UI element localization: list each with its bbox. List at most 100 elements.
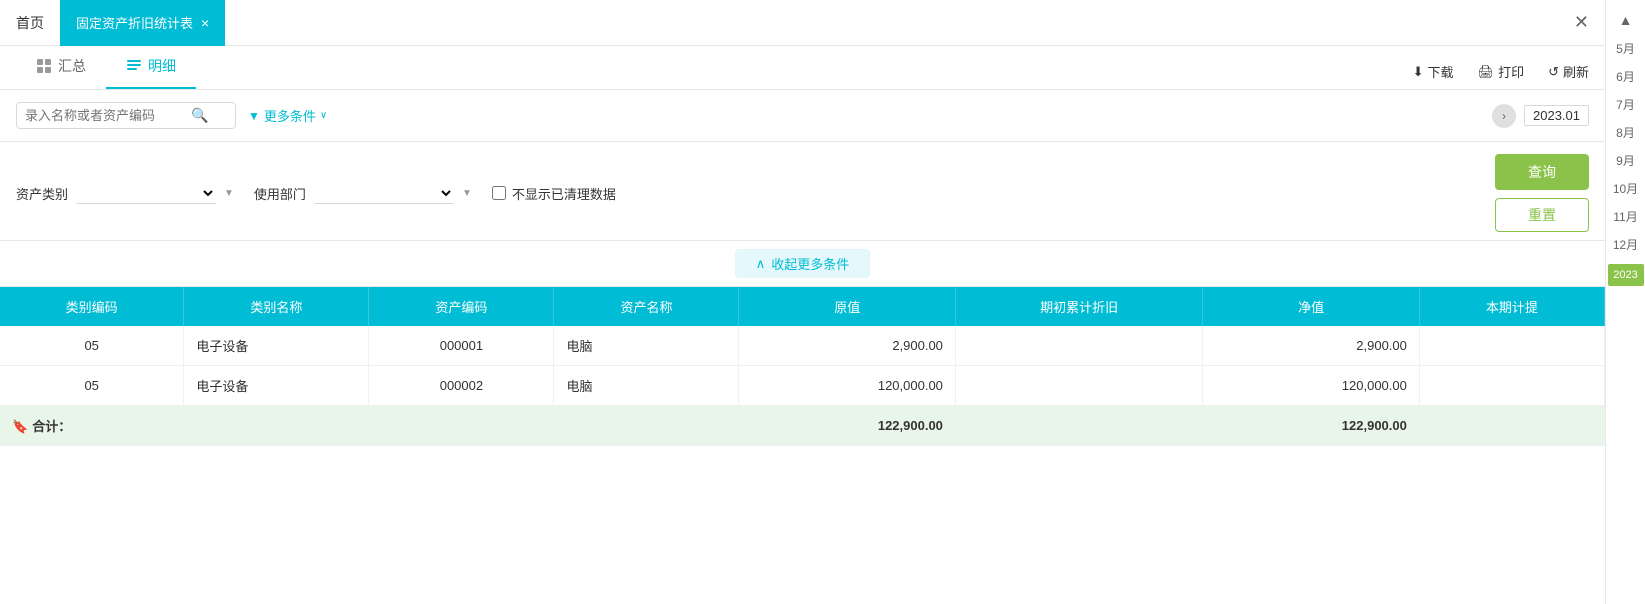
sidebar-year-badge: 2023 <box>1608 264 1644 286</box>
department-select[interactable] <box>314 182 454 204</box>
refresh-icon: ↺ <box>1548 64 1559 80</box>
td-total-original-value: 122,900.00 <box>739 406 955 446</box>
sidebar-up-btn[interactable]: ▲ <box>1610 8 1642 32</box>
hide-cleared-wrap: 不显示已清理数据 <box>492 184 616 203</box>
td-accumulated-depreciation <box>955 366 1203 406</box>
department-field: 使用部门 ▼ <box>254 182 472 204</box>
td-original-value: 2,900.00 <box>739 326 955 366</box>
more-filter-arrow: ∨ <box>320 110 327 121</box>
th-category-code: 类别编码 <box>0 287 184 326</box>
th-asset-code: 资产编码 <box>369 287 554 326</box>
sidebar-month-item[interactable]: 10月 <box>1608 174 1644 202</box>
td-total-label: 🔖合计： <box>0 406 369 446</box>
asset-category-field: 资产类别 ▼ <box>16 182 234 204</box>
more-filter-btn[interactable]: ▼ 更多条件 ∨ <box>248 106 327 125</box>
top-nav: 首页 固定资产折旧统计表 × ✕ <box>0 0 1605 46</box>
search-icon: 🔍 <box>191 107 208 124</box>
td-category-code: 05 <box>0 366 184 406</box>
reset-btn[interactable]: 重置 <box>1495 198 1589 232</box>
tab-summary[interactable]: 汇总 <box>16 45 106 89</box>
collapse-more-btn[interactable]: ∧ 收起更多条件 <box>735 249 871 278</box>
nav-home[interactable]: 首页 <box>16 13 60 33</box>
asset-category-select[interactable] <box>76 182 216 204</box>
data-table-container: 类别编码 类别名称 资产编码 资产名称 原值 期初累计折旧 净值 本期计提 05… <box>0 287 1605 604</box>
collapse-more-label: 收起更多条件 <box>771 254 849 273</box>
window-close-btn[interactable]: ✕ <box>1574 12 1589 33</box>
department-label: 使用部门 <box>254 184 306 203</box>
department-arrow: ▼ <box>462 188 472 199</box>
download-btn[interactable]: ⬇ 下载 <box>1413 62 1454 81</box>
print-label: 打印 <box>1498 62 1524 81</box>
table-row: 05 电子设备 000001 电脑 2,900.00 2,900.00 <box>0 326 1605 366</box>
sidebar-month-item[interactable]: 6月 <box>1608 62 1644 90</box>
td-category-name: 电子设备 <box>184 326 369 366</box>
td-original-value: 120,000.00 <box>739 366 955 406</box>
more-filter-label: 更多条件 <box>264 106 316 125</box>
hide-cleared-label: 不显示已清理数据 <box>512 184 616 203</box>
td-category-code: 05 <box>0 326 184 366</box>
refresh-label: 刷新 <box>1563 62 1589 81</box>
sidebar-month-item[interactable]: 5月 <box>1608 34 1644 62</box>
tab-bar: 汇总 明细 ⬇ 下载 🖨 打印 ↺ 刷新 <box>0 46 1605 90</box>
td-total-net-value: 122,900.00 <box>1203 406 1419 446</box>
sidebar-month-item[interactable]: 9月 <box>1608 146 1644 174</box>
filter-icon: ▼ <box>248 109 260 123</box>
table-total-row: 🔖合计： 122,900.00 122,900.00 <box>0 406 1605 446</box>
td-asset-name: 电脑 <box>554 366 739 406</box>
summary-icon <box>36 58 52 74</box>
td-asset-name: 电脑 <box>554 326 739 366</box>
th-accumulated-depreciation: 期初累计折旧 <box>955 287 1203 326</box>
print-btn[interactable]: 🖨 打印 <box>1478 62 1525 81</box>
tab-actions: ⬇ 下载 🖨 打印 ↺ 刷新 <box>1413 62 1589 89</box>
collapse-row: ∧ 收起更多条件 <box>0 241 1605 287</box>
td-asset-code: 000002 <box>369 366 554 406</box>
hide-cleared-checkbox[interactable] <box>492 186 506 200</box>
detail-icon <box>126 58 142 74</box>
td-net-value: 2,900.00 <box>1203 326 1419 366</box>
search-input[interactable] <box>25 108 185 123</box>
filter-actions: 查询 重置 <box>1495 154 1589 232</box>
print-icon: 🖨 <box>1478 64 1495 80</box>
tab-detail-label: 明细 <box>148 56 176 76</box>
td-accumulated-depreciation <box>955 326 1203 366</box>
th-asset-name: 资产名称 <box>554 287 739 326</box>
search-input-wrap[interactable]: 🔍 <box>16 102 236 129</box>
asset-category-arrow: ▼ <box>224 188 234 199</box>
sidebar-month-item[interactable]: 11月 <box>1608 202 1644 230</box>
advanced-filter: 资产类别 ▼ 使用部门 ▼ 不显示已清理数据 查询 重置 <box>0 142 1605 241</box>
td-period-depreciation <box>1419 366 1604 406</box>
collapse-chevron-icon: ∧ <box>756 256 766 272</box>
td-total-empty1 <box>369 406 554 446</box>
table-header-row: 类别编码 类别名称 资产编码 资产名称 原值 期初累计折旧 净值 本期计提 <box>0 287 1605 326</box>
total-icon: 🔖 <box>12 419 28 434</box>
refresh-btn[interactable]: ↺ 刷新 <box>1548 62 1589 81</box>
th-period-depreciation: 本期计提 <box>1419 287 1604 326</box>
th-net-value: 净值 <box>1203 287 1419 326</box>
tab-title: 固定资产折旧统计表 <box>76 13 193 32</box>
download-icon: ⬇ <box>1413 64 1424 80</box>
right-sidebar: ▲ 5月6月7月8月9月10月11月12月 2023 <box>1605 0 1645 604</box>
download-label: 下载 <box>1428 62 1454 81</box>
tab-summary-label: 汇总 <box>58 56 86 76</box>
filter-bar-right: › 2023.01 <box>1492 104 1589 128</box>
td-total-accumulated-depreciation <box>955 406 1203 446</box>
td-category-name: 电子设备 <box>184 366 369 406</box>
sidebar-month-item[interactable]: 8月 <box>1608 118 1644 146</box>
table-row: 05 电子设备 000002 电脑 120,000.00 120,000.00 <box>0 366 1605 406</box>
td-total-period-depreciation <box>1419 406 1604 446</box>
td-net-value: 120,000.00 <box>1203 366 1419 406</box>
tab-detail[interactable]: 明细 <box>106 45 196 89</box>
asset-category-label: 资产类别 <box>16 184 68 203</box>
th-category-name: 类别名称 <box>184 287 369 326</box>
td-total-empty2 <box>554 406 739 446</box>
nav-tab-close-btn[interactable]: × <box>201 16 209 30</box>
sidebar-collapse-btn[interactable]: › <box>1492 104 1516 128</box>
sidebar-month-item[interactable]: 7月 <box>1608 90 1644 118</box>
query-btn[interactable]: 查询 <box>1495 154 1589 190</box>
sidebar-month-item[interactable]: 12月 <box>1608 230 1644 258</box>
date-badge: 2023.01 <box>1524 105 1589 126</box>
data-table: 类别编码 类别名称 资产编码 资产名称 原值 期初累计折旧 净值 本期计提 05… <box>0 287 1605 446</box>
nav-tab-fixed-assets[interactable]: 固定资产折旧统计表 × <box>60 0 225 46</box>
td-asset-code: 000001 <box>369 326 554 366</box>
th-original-value: 原值 <box>739 287 955 326</box>
